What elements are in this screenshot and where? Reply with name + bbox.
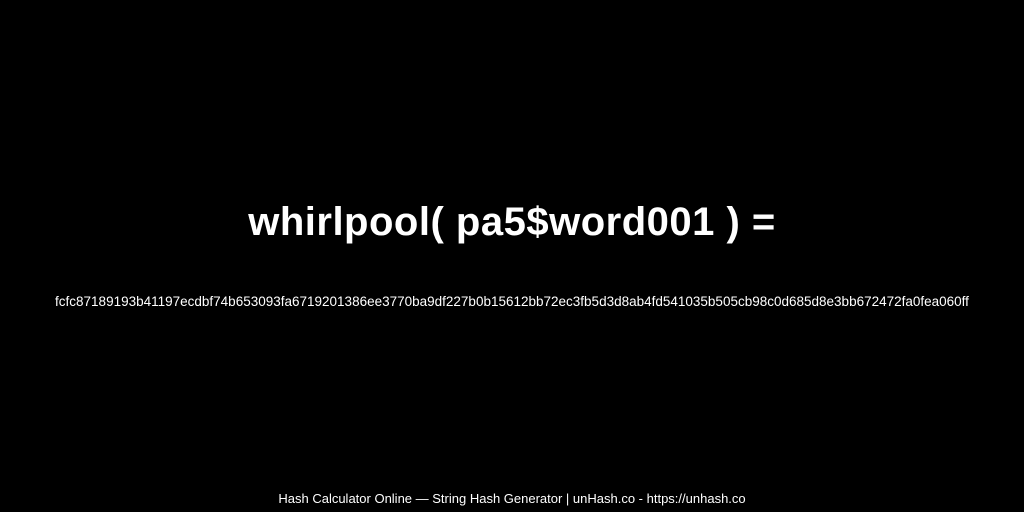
- hash-expression-heading: whirlpool( pa5$word001 ) =: [248, 200, 776, 245]
- hash-output-value: fcfc87189193b41197ecdbf74b653093fa671920…: [55, 293, 969, 312]
- main-content: whirlpool( pa5$word001 ) = fcfc87189193b…: [0, 0, 1024, 512]
- footer-attribution: Hash Calculator Online — String Hash Gen…: [0, 491, 1024, 506]
